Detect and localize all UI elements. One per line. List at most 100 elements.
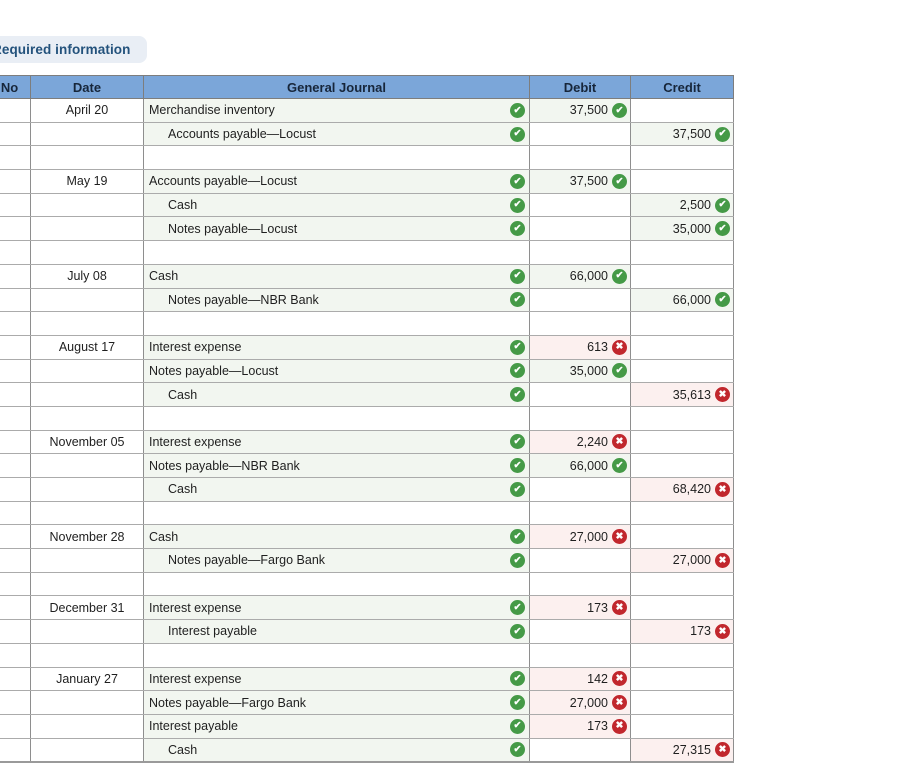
no-cell [0,287,31,313]
date-cell [30,358,144,384]
credit-cell [630,98,734,123]
credit-cell: 35,000 ✔ [630,216,734,242]
debit-cell [529,382,631,407]
debit-cell [529,240,631,265]
entry-row: Interest payable ✔ 173 ✖ [0,713,734,739]
date-cell: May 19 [30,169,144,194]
incorrect-x-icon: ✖ [715,387,730,403]
credit-cell [630,642,734,668]
correct-check-icon: ✔ [510,623,525,639]
correct-check-icon: ✔ [612,268,627,284]
blank-row [0,145,734,171]
debit-cell [529,216,631,242]
incorrect-x-icon: ✖ [612,718,627,734]
account-cell: Notes payable—Fargo Bank ✔ [143,548,530,573]
credit-cell [630,429,734,455]
date-cell [30,145,144,171]
debit-cell: 66,000 ✔ [529,263,631,289]
no-cell [0,737,31,763]
correct-check-icon: ✔ [715,126,730,142]
correct-check-icon: ✔ [510,742,525,758]
correct-check-icon: ✔ [510,695,525,711]
debit-amount: 27,000 [569,529,608,544]
correct-check-icon: ✔ [510,102,525,118]
debit-cell: 66,000 ✔ [529,453,631,478]
debit-cell [529,737,631,763]
account-cell: Notes payable—Locust ✔ [143,216,530,242]
debit-cell [529,311,631,336]
credit-cell [630,263,734,289]
debit-amount: 173 [587,600,608,615]
account-cell: Notes payable—NBR Bank ✔ [143,453,530,478]
no-cell [0,382,31,407]
credit-cell [630,334,734,360]
account-cell: Notes payable—Fargo Bank ✔ [143,690,530,715]
incorrect-x-icon: ✖ [715,552,730,568]
credit-cell: 35,613 ✖ [630,382,734,407]
column-header-debit: Debit [529,75,631,99]
incorrect-x-icon: ✖ [715,742,730,758]
account-label: Accounts payable—Locust [149,174,298,189]
incorrect-x-icon: ✖ [715,481,730,497]
entry-row: August 17 Interest expense ✔ 613 ✖ [0,334,734,360]
general-journal-table: No Date General Journal Debit Credit Apr… [0,75,734,763]
credit-cell [630,240,734,265]
debit-cell [529,571,631,597]
column-header-no: No [0,75,31,99]
debit-cell [529,121,631,147]
credit-cell [630,666,734,692]
no-cell [0,405,31,431]
date-cell: December 31 [30,595,144,621]
date-cell [30,571,144,597]
account-cell: Accounts payable—Locust ✔ [143,121,530,147]
date-cell [30,453,144,478]
date-cell: November 28 [30,524,144,550]
entry-row: Notes payable—Locust ✔ 35,000 ✔ [0,216,734,242]
correct-check-icon: ✔ [612,173,627,189]
account-label: Interest expense [149,340,242,355]
debit-cell: 35,000 ✔ [529,358,631,384]
no-cell [0,192,31,218]
required-information-banner[interactable]: Required information [0,36,147,63]
debit-cell [529,548,631,573]
entry-row: Cash ✔ 2,500 ✔ [0,192,734,218]
credit-amount: 2,500 [679,198,711,213]
no-cell [0,453,31,478]
credit-cell [630,169,734,194]
entry-row: Cash ✔ 27,315 ✖ [0,737,734,763]
incorrect-x-icon: ✖ [612,339,627,355]
incorrect-x-icon: ✖ [612,695,627,711]
no-cell [0,571,31,597]
credit-amount: 27,315 [672,742,711,757]
account-cell [143,145,530,171]
date-cell [30,287,144,313]
credit-cell [630,311,734,336]
incorrect-x-icon: ✖ [612,671,627,687]
account-cell [143,405,530,431]
no-cell [0,98,31,123]
credit-cell: 173 ✖ [630,619,734,644]
no-cell [0,263,31,289]
account-label: Notes payable—NBR Bank [168,292,319,307]
correct-check-icon: ✔ [715,197,730,213]
no-cell [0,121,31,147]
no-cell [0,666,31,692]
date-cell: January 27 [30,666,144,692]
journal-table-body: April 20 Merchandise inventory ✔ 37,500 ✔ Acc… [0,98,734,763]
credit-cell [630,713,734,739]
correct-check-icon: ✔ [510,363,525,379]
entry-row: November 28 Cash ✔ 27,000 ✖ [0,524,734,550]
credit-amount: 35,613 [672,387,711,402]
debit-amount: 66,000 [569,458,608,473]
incorrect-x-icon: ✖ [612,529,627,545]
no-cell [0,524,31,550]
date-cell [30,477,144,502]
account-label: Interest expense [149,671,242,686]
no-cell [0,145,31,171]
account-label: Cash [168,742,198,757]
credit-cell: 2,500 ✔ [630,192,734,218]
no-cell [0,619,31,644]
entry-row: April 20 Merchandise inventory ✔ 37,500 ✔ [0,98,734,123]
blank-row [0,642,734,668]
account-cell: Cash ✔ [143,382,530,407]
